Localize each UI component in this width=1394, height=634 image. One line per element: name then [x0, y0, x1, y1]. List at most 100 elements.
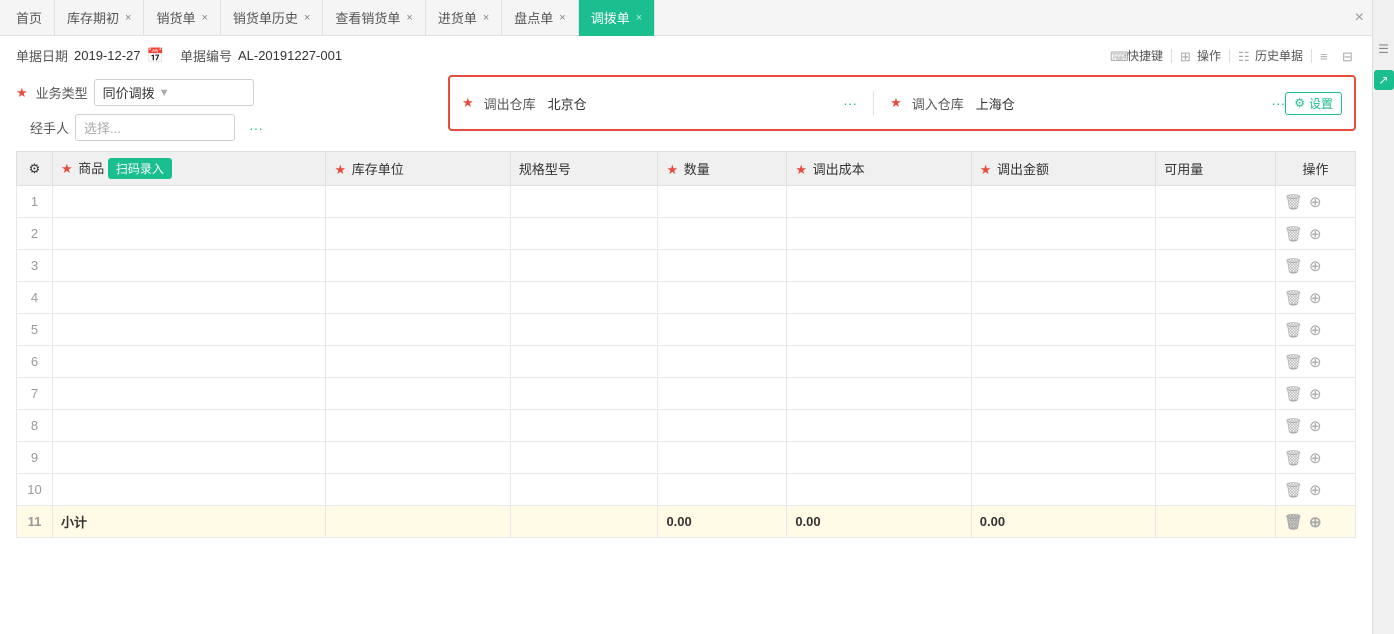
row-amount[interactable]	[971, 474, 1155, 506]
row-cost[interactable]	[787, 250, 971, 282]
row-cost[interactable]	[787, 282, 971, 314]
row-amount[interactable]	[971, 410, 1155, 442]
row-delete-icon[interactable]: 🗑	[1284, 417, 1303, 435]
row-qty[interactable]	[658, 378, 787, 410]
subtotal-copy-icon[interactable]: ⊕	[1309, 513, 1322, 531]
row-amount[interactable]	[971, 346, 1155, 378]
row-qty[interactable]	[658, 314, 787, 346]
row-copy-icon[interactable]: ⊕	[1309, 385, 1322, 403]
list-view-button[interactable]: ≡	[1320, 49, 1334, 63]
row-delete-icon[interactable]: 🗑	[1284, 449, 1303, 467]
row-cost[interactable]	[787, 314, 971, 346]
sidebar-export-icon[interactable]: ↗	[1374, 70, 1394, 90]
row-qty[interactable]	[658, 186, 787, 218]
row-delete-icon[interactable]: 🗑	[1284, 321, 1303, 339]
row-goods[interactable]	[53, 314, 326, 346]
row-cost[interactable]	[787, 218, 971, 250]
row-unit[interactable]	[326, 250, 510, 282]
tab-sales[interactable]: 销货单 ×	[144, 0, 220, 36]
row-delete-icon[interactable]: 🗑	[1284, 225, 1303, 243]
row-goods[interactable]	[53, 474, 326, 506]
col-gear[interactable]: ⚙	[17, 152, 53, 186]
tab-sales-history[interactable]: 销货单历史 ×	[221, 0, 323, 36]
row-amount[interactable]	[971, 314, 1155, 346]
row-copy-icon[interactable]: ⊕	[1309, 417, 1322, 435]
row-delete-icon[interactable]: 🗑	[1284, 257, 1303, 275]
row-cost[interactable]	[787, 378, 971, 410]
row-unit[interactable]	[326, 378, 510, 410]
main-close-button[interactable]: ×	[1355, 9, 1364, 27]
row-qty[interactable]	[658, 474, 787, 506]
row-goods[interactable]	[53, 346, 326, 378]
row-copy-icon[interactable]: ⊕	[1309, 449, 1322, 467]
subtotal-delete-icon[interactable]: 🗑	[1284, 513, 1303, 531]
row-spec[interactable]	[510, 410, 658, 442]
row-amount[interactable]	[971, 282, 1155, 314]
row-spec[interactable]	[510, 378, 658, 410]
business-type-select[interactable]: 同价调拨 ▼	[94, 79, 254, 106]
row-cost[interactable]	[787, 474, 971, 506]
shortcuts-button[interactable]: ⌨ 快捷键	[1110, 47, 1163, 64]
table-gear-icon[interactable]: ⚙	[29, 161, 41, 176]
row-unit[interactable]	[326, 186, 510, 218]
row-available[interactable]	[1156, 250, 1276, 282]
row-unit[interactable]	[326, 218, 510, 250]
row-copy-icon[interactable]: ⊕	[1309, 225, 1322, 243]
calendar-icon[interactable]: 📅	[147, 47, 164, 64]
row-spec[interactable]	[510, 186, 658, 218]
row-amount[interactable]	[971, 186, 1155, 218]
tab-view-sales[interactable]: 查看销货单 ×	[323, 0, 425, 36]
row-copy-icon[interactable]: ⊕	[1309, 321, 1322, 339]
row-copy-icon[interactable]: ⊕	[1309, 289, 1322, 307]
row-goods[interactable]	[53, 218, 326, 250]
row-goods[interactable]	[53, 410, 326, 442]
row-unit[interactable]	[326, 282, 510, 314]
tab-home[interactable]: 首页	[4, 0, 55, 36]
settings-button[interactable]: ⚙ 设置	[1285, 92, 1342, 115]
row-delete-icon[interactable]: 🗑	[1284, 353, 1303, 371]
row-qty[interactable]	[658, 346, 787, 378]
grid-view-button[interactable]: ⊟	[1342, 49, 1356, 63]
row-amount[interactable]	[971, 250, 1155, 282]
tab-inventory-init[interactable]: 库存期初 ×	[55, 0, 144, 36]
row-cost[interactable]	[787, 186, 971, 218]
person-more-icon[interactable]: ···	[249, 120, 263, 136]
tab-close-purchase[interactable]: ×	[483, 12, 489, 24]
row-amount[interactable]	[971, 218, 1155, 250]
row-delete-icon[interactable]: 🗑	[1284, 481, 1303, 499]
row-spec[interactable]	[510, 314, 658, 346]
row-delete-icon[interactable]: 🗑	[1284, 193, 1303, 211]
row-available[interactable]	[1156, 218, 1276, 250]
row-spec[interactable]	[510, 474, 658, 506]
row-available[interactable]	[1156, 346, 1276, 378]
tab-transfer[interactable]: 调拨单 ×	[579, 0, 655, 36]
row-available[interactable]	[1156, 186, 1276, 218]
row-available[interactable]	[1156, 442, 1276, 474]
transfer-in-more-icon[interactable]: ···	[1271, 95, 1285, 111]
row-spec[interactable]	[510, 346, 658, 378]
row-cost[interactable]	[787, 346, 971, 378]
row-goods[interactable]	[53, 378, 326, 410]
row-goods[interactable]	[53, 186, 326, 218]
row-copy-icon[interactable]: ⊕	[1309, 193, 1322, 211]
operations-button[interactable]: ⊞ 操作	[1180, 47, 1221, 64]
history-button[interactable]: ☷ 历史单据	[1238, 47, 1303, 64]
row-unit[interactable]	[326, 346, 510, 378]
row-copy-icon[interactable]: ⊕	[1309, 353, 1322, 371]
row-goods[interactable]	[53, 250, 326, 282]
tab-close-sales[interactable]: ×	[201, 12, 207, 24]
row-copy-icon[interactable]: ⊕	[1309, 481, 1322, 499]
person-select[interactable]: 选择...	[75, 114, 235, 141]
tab-close-sales-history[interactable]: ×	[304, 12, 310, 24]
row-available[interactable]	[1156, 410, 1276, 442]
row-unit[interactable]	[326, 410, 510, 442]
tab-purchase[interactable]: 进货单 ×	[426, 0, 502, 36]
row-available[interactable]	[1156, 474, 1276, 506]
row-goods[interactable]	[53, 282, 326, 314]
row-spec[interactable]	[510, 282, 658, 314]
row-available[interactable]	[1156, 314, 1276, 346]
row-amount[interactable]	[971, 442, 1155, 474]
row-copy-icon[interactable]: ⊕	[1309, 257, 1322, 275]
scan-button[interactable]: 扫码录入	[108, 158, 172, 179]
row-goods[interactable]	[53, 442, 326, 474]
